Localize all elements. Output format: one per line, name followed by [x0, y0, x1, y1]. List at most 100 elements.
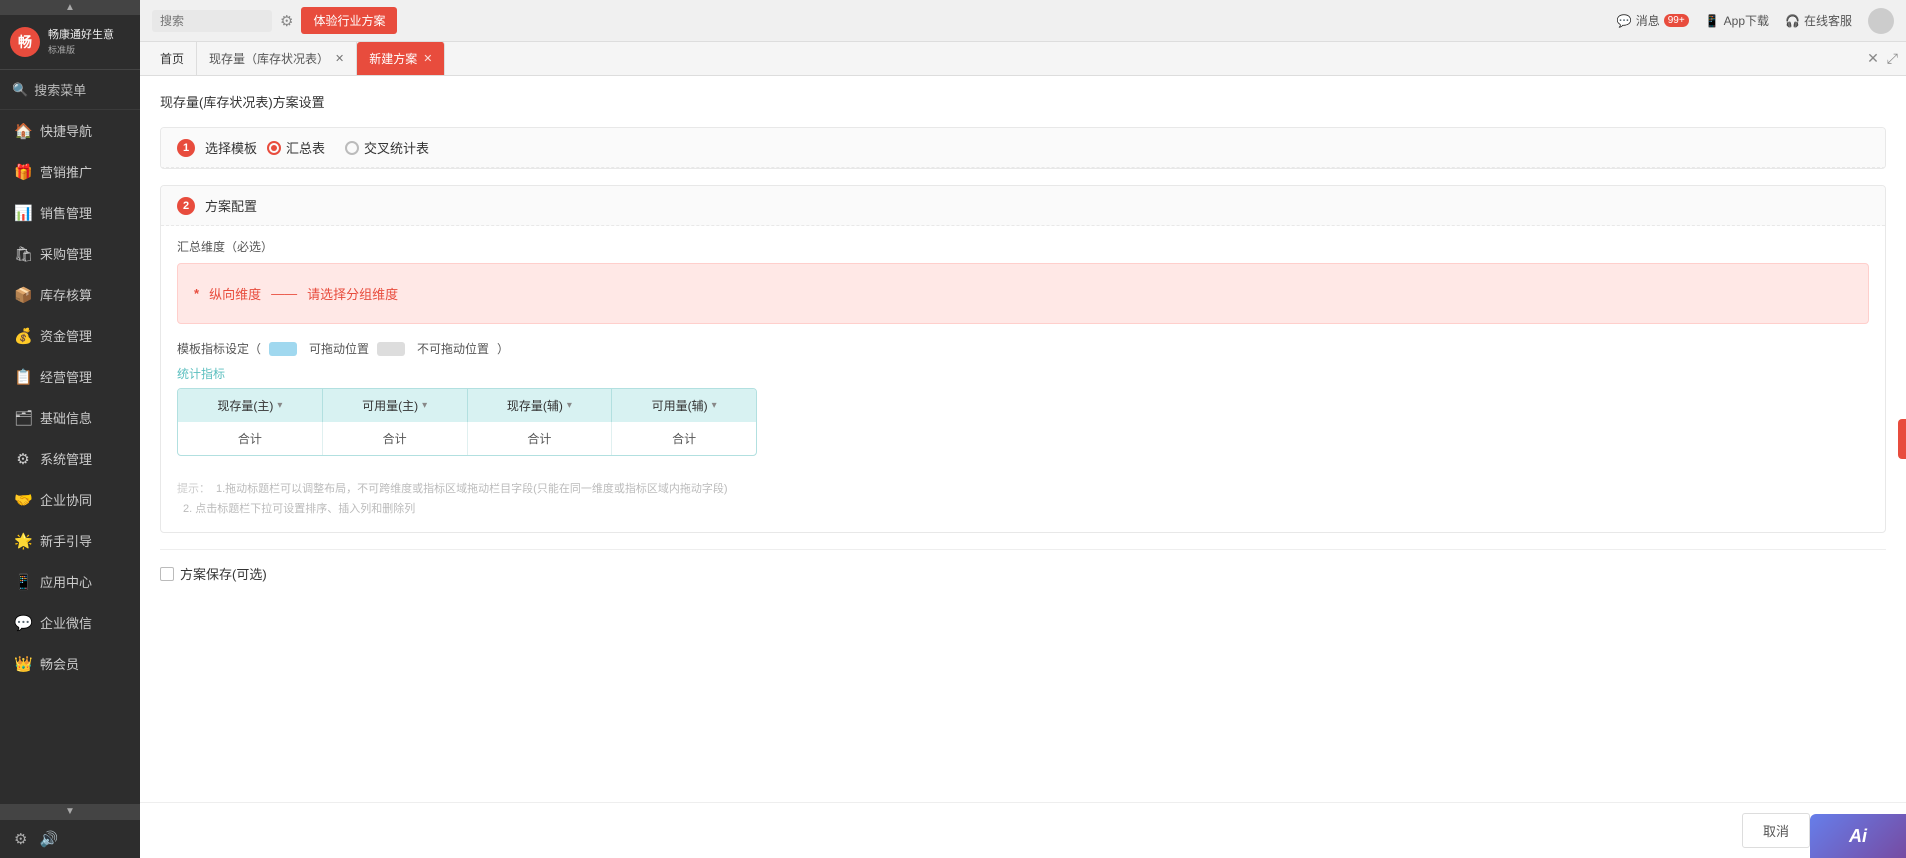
- tab-expand-icon[interactable]: ⤢: [1887, 50, 1898, 67]
- sidebar-scroll-down[interactable]: ▼: [0, 804, 140, 819]
- sidebar-item-label: 经营管理: [40, 367, 92, 386]
- experience-btn[interactable]: 体验行业方案: [301, 7, 397, 34]
- tip-2: 2. 点击标题栏下拉可设置排序、插入列和删除列: [177, 500, 1869, 516]
- tab-new-scheme[interactable]: 新建方案 ✕: [357, 42, 445, 75]
- sidebar-item-finance[interactable]: 💰 资金管理: [0, 315, 140, 356]
- radio-cross-dot: [345, 141, 359, 155]
- stat-body-col-3: 合计: [612, 422, 756, 455]
- indicator-label-prefix: 模板指标设定（: [177, 340, 261, 357]
- sidebar: ▲ 畅 畅康通好生意 标准版 🔍 搜索菜单 🏠 快捷导航 🎁 营销推广 📊 销售…: [0, 0, 140, 858]
- save-scheme-label: 方案保存(可选): [180, 564, 267, 583]
- section1-header: 1 选择模板 汇总表 交叉统计表: [161, 128, 1885, 168]
- sidebar-item-marketing[interactable]: 🎁 营销推广: [0, 151, 140, 192]
- tip-text-2: 2. 点击标题栏下拉可设置排序、插入列和删除列: [183, 500, 415, 516]
- stat-col-0[interactable]: 现存量(主) ▾: [178, 389, 323, 422]
- message-btn[interactable]: 💬 消息 99+: [1617, 12, 1689, 29]
- sidebar-item-wechat[interactable]: 💬 企业微信: [0, 602, 140, 643]
- indicator-suffix: ）: [497, 340, 509, 357]
- settings-icon[interactable]: ⚙: [14, 830, 27, 848]
- app-name: 畅康通好生意: [48, 28, 114, 43]
- app-download-btn[interactable]: 📱 App下载: [1705, 12, 1769, 29]
- radio-summary[interactable]: 汇总表: [267, 138, 325, 157]
- sidebar-item-label: 资金管理: [40, 326, 92, 345]
- template-radio-group: 汇总表 交叉统计表: [267, 138, 429, 157]
- tip-text-1: 1.拖动标题栏可以调整布局，不可跨维度或指标区域拖动栏目字段(只能在同一维度或指…: [216, 480, 728, 496]
- sidebar-item-purchase[interactable]: 🛍 采购管理: [0, 233, 140, 274]
- sidebar-item-basic[interactable]: 🗂 基础信息: [0, 397, 140, 438]
- stat-col-1[interactable]: 可用量(主) ▾: [323, 389, 468, 422]
- app-edition: 标准版: [48, 43, 114, 56]
- dimension-error-box[interactable]: * 纵向维度 —— 请选择分组维度: [177, 263, 1869, 324]
- sidebar-item-label: 新手引导: [40, 531, 92, 550]
- movable-badge: [269, 342, 297, 356]
- guide-icon: 🌟: [14, 532, 32, 550]
- sidebar-item-system[interactable]: ⚙ 系统管理: [0, 438, 140, 479]
- sidebar-item-label: 系统管理: [40, 449, 92, 468]
- chevron-down-icon-2: ▾: [567, 400, 572, 411]
- basic-icon: 🗂: [14, 409, 32, 427]
- tab-home-label: 首页: [160, 50, 184, 67]
- stat-table-wrapper: 统计指标 现存量(主) ▾ 可用量(主) ▾: [177, 365, 1869, 456]
- topbar-search-input[interactable]: [152, 10, 272, 32]
- stat-col-3[interactable]: 可用量(辅) ▾: [612, 389, 756, 422]
- tip-num-1: 提示：: [177, 480, 210, 496]
- online-service-label: 在线客服: [1804, 12, 1852, 29]
- radio-summary-label: 汇总表: [286, 138, 325, 157]
- sidebar-item-quick-nav[interactable]: 🏠 快捷导航: [0, 110, 140, 151]
- sidebar-item-app-center[interactable]: 📱 应用中心: [0, 561, 140, 602]
- sidebar-search[interactable]: 🔍 搜索菜单: [0, 70, 140, 110]
- right-scroll-indicator: [1898, 419, 1906, 459]
- topbar-gear-icon[interactable]: ⚙: [280, 12, 293, 30]
- sidebar-item-inventory[interactable]: 📦 库存核算: [0, 274, 140, 315]
- stat-table-header: 现存量(主) ▾ 可用量(主) ▾ 现存量(辅): [178, 389, 756, 422]
- service-icon: 🎧: [1785, 14, 1800, 28]
- tab-inventory[interactable]: 现存量（库存状况表） ✕: [197, 42, 357, 75]
- content-footer: 方案保存(可选): [160, 549, 1886, 587]
- dimension-placeholder: 请选择分组维度: [307, 284, 398, 303]
- indicator-fixed-text: 不可拖动位置: [417, 340, 489, 357]
- stat-col-3-label: 可用量(辅): [652, 397, 708, 414]
- section2-number: 2: [177, 197, 195, 215]
- dimension-dash: ——: [271, 286, 297, 301]
- indicator-settings-label: 模板指标设定（ 可拖动位置 不可拖动位置 ）: [177, 340, 1869, 357]
- stat-col-2[interactable]: 现存量(辅) ▾: [468, 389, 613, 422]
- stat-body-col-0: 合计: [178, 422, 323, 455]
- sidebar-item-guide[interactable]: 🌟 新手引导: [0, 520, 140, 561]
- sidebar-scroll-up[interactable]: ▲: [0, 0, 140, 15]
- tab-home[interactable]: 首页: [148, 42, 197, 75]
- system-icon: ⚙: [14, 450, 32, 468]
- sidebar-item-cooperation[interactable]: 🤝 企业协同: [0, 479, 140, 520]
- content-area: 现存量(库存状况表)方案设置 1 选择模板 汇总表 交叉统计表: [140, 76, 1906, 802]
- cancel-button[interactable]: 取消: [1742, 813, 1810, 848]
- tab-new-scheme-close[interactable]: ✕: [423, 52, 432, 65]
- ai-badge[interactable]: Ai: [1810, 814, 1906, 858]
- sidebar-item-label: 企业协同: [40, 490, 92, 509]
- tab-inventory-label: 现存量（库存状况表）: [209, 50, 329, 67]
- sidebar-search-label: 搜索菜单: [34, 80, 86, 99]
- finance-icon: 💰: [14, 327, 32, 345]
- user-avatar[interactable]: [1868, 8, 1894, 34]
- online-service-btn[interactable]: 🎧 在线客服: [1785, 12, 1852, 29]
- tab-inventory-close[interactable]: ✕: [335, 52, 344, 65]
- sidebar-item-label: 采购管理: [40, 244, 92, 263]
- sidebar-item-sales[interactable]: 📊 销售管理: [0, 192, 140, 233]
- indicator-settings: 模板指标设定（ 可拖动位置 不可拖动位置 ） 统计指标: [177, 340, 1869, 456]
- speaker-icon[interactable]: 🔊: [39, 830, 58, 848]
- radio-cross-label: 交叉统计表: [364, 138, 429, 157]
- save-scheme-checkbox[interactable]: [160, 567, 174, 581]
- save-scheme-checkbox-label[interactable]: 方案保存(可选): [160, 564, 267, 583]
- message-label: 消息: [1636, 12, 1660, 29]
- section2-body: 汇总维度（必选） * 纵向维度 —— 请选择分组维度 模板指标设定（ 可拖动位置: [161, 226, 1885, 532]
- sidebar-item-operations[interactable]: 📋 经营管理: [0, 356, 140, 397]
- stat-table-title: 统计指标: [177, 365, 1869, 382]
- indicator-movable-text: 可拖动位置: [309, 340, 369, 357]
- dimension-field-label: 纵向维度: [209, 284, 261, 303]
- cooperation-icon: 🤝: [14, 491, 32, 509]
- sidebar-item-label: 畅会员: [40, 654, 79, 673]
- tabs-bar: 首页 现存量（库存状况表） ✕ 新建方案 ✕ ✕ ⤢: [140, 42, 1906, 76]
- sidebar-item-member[interactable]: 👑 畅会员: [0, 643, 140, 684]
- tabs-actions: ✕ ⤢: [1867, 50, 1898, 67]
- stat-col-0-label: 现存量(主): [217, 397, 273, 414]
- radio-cross[interactable]: 交叉统计表: [345, 138, 429, 157]
- tab-collapse-icon[interactable]: ✕: [1867, 50, 1879, 67]
